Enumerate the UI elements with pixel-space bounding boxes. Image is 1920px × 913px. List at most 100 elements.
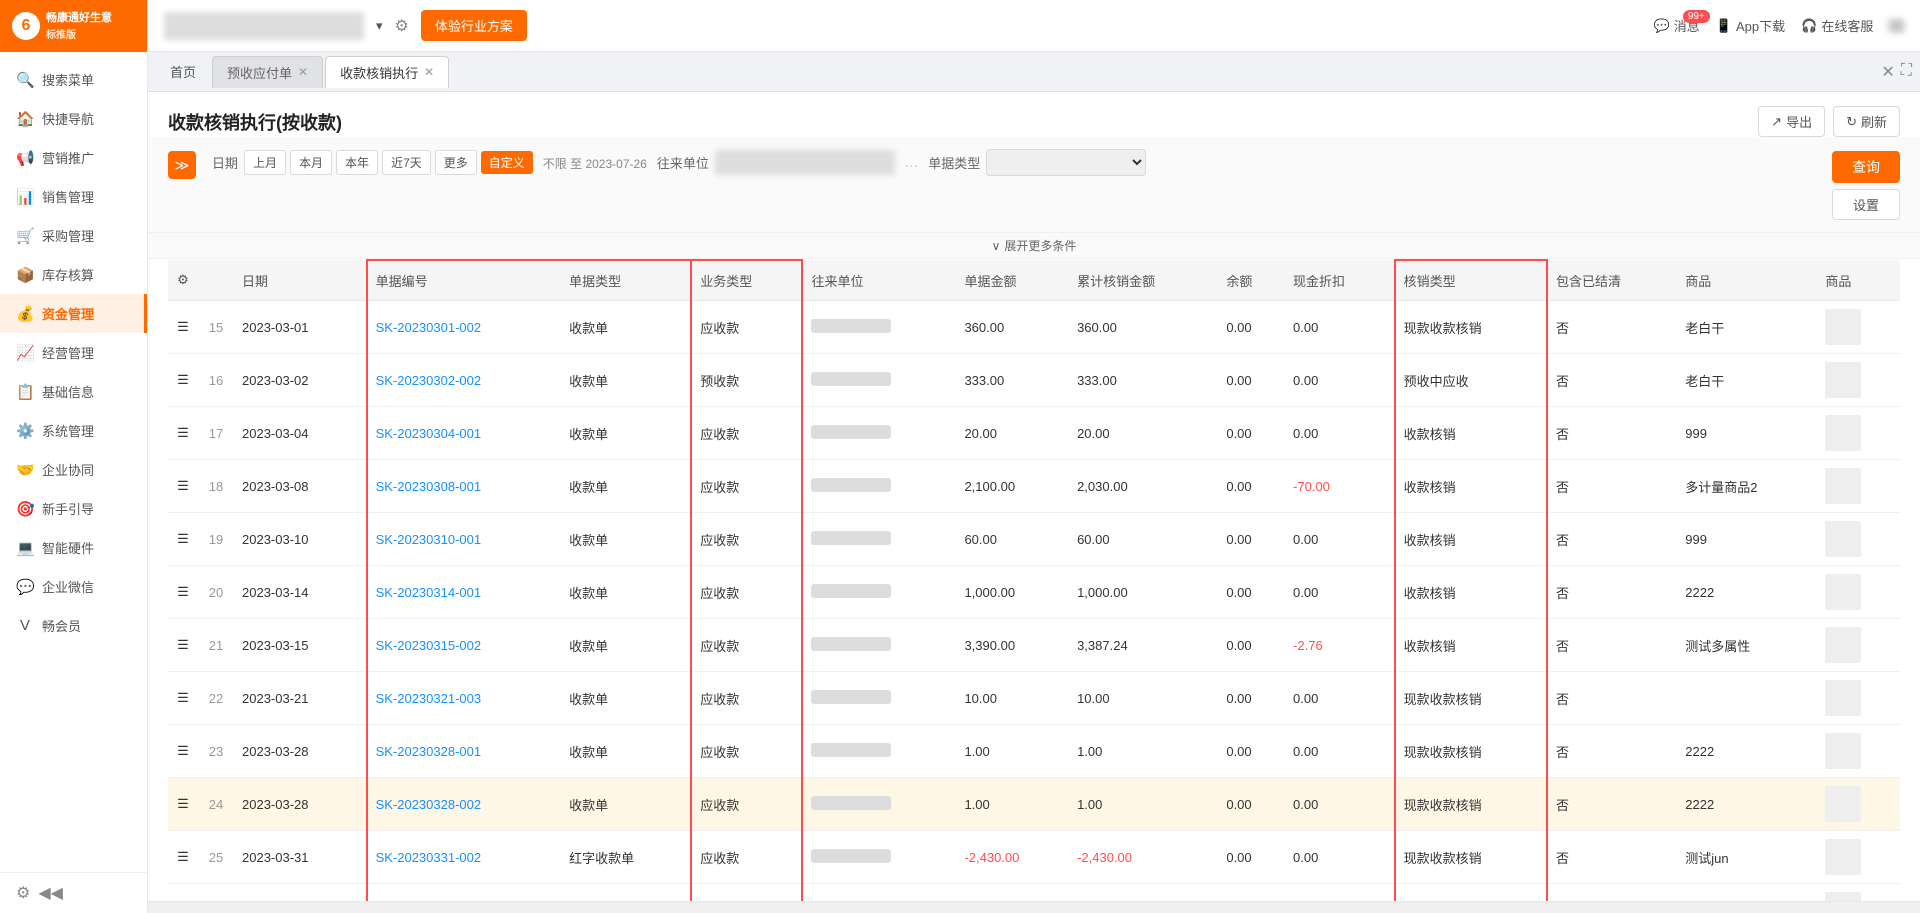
col-index-header — [198, 260, 234, 301]
topbar-gear-icon[interactable]: ⚙ — [395, 16, 409, 36]
refresh-button[interactable]: ↻ 刷新 — [1833, 106, 1900, 137]
row-bill-no[interactable]: SK-20230310-001 — [367, 513, 562, 566]
counterparty-input[interactable] — [715, 150, 895, 175]
bill-type-select[interactable] — [986, 149, 1146, 176]
topbar: ▾ ⚙ 体验行业方案 💬 消息 99+ 📱 App下载 🎧 在线客服 Rit — [148, 0, 1920, 52]
filter-counterparty-group: 往来单位 — [657, 150, 895, 175]
col-product-header[interactable]: 商品 — [1677, 260, 1817, 301]
col-settings-header[interactable]: ⚙ — [168, 260, 198, 301]
row-settings[interactable]: ☰ — [168, 778, 198, 831]
row-settings[interactable]: ☰ — [168, 354, 198, 407]
topbar-online-service[interactable]: 🎧 在线客服 — [1801, 16, 1873, 35]
sidebar-item-member[interactable]: V畅会员 — [0, 606, 147, 645]
sidebar-item-guide[interactable]: 🎯新手引导 — [0, 489, 147, 528]
settings-button[interactable]: 设置 — [1832, 189, 1900, 220]
sidebar-item-marketing[interactable]: 📢营销推广 — [0, 138, 147, 177]
sidebar-label-enterprise: 企业协同 — [42, 460, 94, 479]
row-bill-no[interactable]: SK-20230315-002 — [367, 619, 562, 672]
sidebar-item-quick-nav[interactable]: 🏠快捷导航 — [0, 99, 147, 138]
topbar-user[interactable]: Rit — [1889, 19, 1904, 33]
col-incl-settled-header[interactable]: 包含已结清 — [1547, 260, 1677, 301]
tab-close-receivable-exec[interactable]: ✕ — [424, 65, 434, 79]
col-product2-header[interactable]: 商品 — [1817, 260, 1900, 301]
page-title: 收款核销执行(按收款) — [168, 109, 342, 135]
col-write-off-type-header[interactable]: 核销类型 — [1395, 260, 1547, 301]
filter-toggle-button[interactable]: ≫ — [168, 151, 196, 179]
date-last-month-btn[interactable]: 上月 — [244, 150, 286, 175]
col-cash-discount-header[interactable]: 现金折扣 — [1285, 260, 1395, 301]
topbar-dropdown[interactable]: ▾ — [376, 18, 383, 34]
query-button[interactable]: 查询 — [1832, 151, 1900, 183]
row-bill-no[interactable]: SK-20230314-001 — [367, 566, 562, 619]
maximize-icon[interactable]: ⛶ — [1901, 62, 1912, 82]
sidebar-item-purchase[interactable]: 🛒采购管理 — [0, 216, 147, 255]
settings-bottom-icon[interactable]: ⚙ — [16, 883, 30, 903]
close-window-icon[interactable]: ✕ — [1881, 62, 1894, 82]
sidebar-item-search[interactable]: 🔍搜索菜单 — [0, 60, 147, 99]
sidebar-item-finance[interactable]: 💰资金管理 — [0, 294, 147, 333]
row-bill-no[interactable]: SK-20230304-001 — [367, 407, 562, 460]
sidebar-item-basic[interactable]: 📋基础信息 — [0, 372, 147, 411]
row-incl-settled: 否 — [1547, 725, 1677, 778]
col-bill-type-header[interactable]: 单据类型 — [561, 260, 691, 301]
horizontal-scrollbar[interactable] — [148, 901, 1920, 913]
col-accum-write-off-header[interactable]: 累计核销金额 — [1069, 260, 1218, 301]
row-counterparty — [802, 460, 956, 513]
col-balance-header[interactable]: 余额 — [1218, 260, 1285, 301]
filter-expand-bar[interactable]: ∨ 展开更多条件 — [148, 233, 1920, 259]
row-settings[interactable]: ☰ — [168, 407, 198, 460]
col-bill-amount-header[interactable]: 单据金额 — [956, 260, 1069, 301]
tab-home[interactable]: 首页 — [156, 56, 210, 87]
date-custom-btn[interactable]: 自定义 — [481, 151, 533, 174]
date-more-btn[interactable]: 更多 — [435, 150, 477, 175]
date-this-month-btn[interactable]: 本月 — [290, 150, 332, 175]
tab-prepaid-invoice[interactable]: 预收应付单✕ — [212, 56, 323, 88]
row-bill-no[interactable]: SK-20230403-002 — [367, 884, 562, 902]
sidebar-item-enterprise[interactable]: 🤝企业协同 — [0, 450, 147, 489]
row-index: 22 — [198, 672, 234, 725]
sidebar-item-sales[interactable]: 📊销售管理 — [0, 177, 147, 216]
sidebar-item-operations[interactable]: 📈经营管理 — [0, 333, 147, 372]
date-this-year-btn[interactable]: 本年 — [336, 150, 378, 175]
row-bill-no[interactable]: SK-20230308-001 — [367, 460, 562, 513]
sidebar-item-inventory[interactable]: 📦库存核算 — [0, 255, 147, 294]
topbar-app-download[interactable]: 📱 App下载 — [1716, 16, 1785, 35]
row-settings[interactable]: ☰ — [168, 513, 198, 566]
col-counterparty-header[interactable]: 往来单位 — [802, 260, 956, 301]
row-settings[interactable]: ☰ — [168, 619, 198, 672]
export-button[interactable]: ↗ 导出 — [1758, 106, 1825, 137]
sidebar-item-system[interactable]: ⚙️系统管理 — [0, 411, 147, 450]
row-bill-no[interactable]: SK-20230301-002 — [367, 301, 562, 354]
sidebar-item-hardware[interactable]: 💻智能硬件 — [0, 528, 147, 567]
topbar-search-input[interactable] — [164, 12, 364, 40]
row-bill-no[interactable]: SK-20230328-001 — [367, 725, 562, 778]
tab-receivable-exec[interactable]: 收款核销执行✕ — [325, 56, 449, 88]
row-bill-no[interactable]: SK-20230321-003 — [367, 672, 562, 725]
row-bill-no[interactable]: SK-20230302-002 — [367, 354, 562, 407]
sidebar-menu: 🔍搜索菜单🏠快捷导航📢营销推广📊销售管理🛒采购管理📦库存核算💰资金管理📈经营管理… — [0, 52, 147, 872]
table-row: ☰ 21 2023-03-15 SK-20230315-002 收款单 应收款 … — [168, 619, 1900, 672]
row-settings[interactable]: ☰ — [168, 301, 198, 354]
row-settings[interactable]: ☰ — [168, 460, 198, 513]
col-biz-type-header[interactable]: 业务类型 — [691, 260, 802, 301]
row-cash-discount: 0.00 — [1285, 725, 1395, 778]
collapse-icon[interactable]: ◀◀ — [38, 883, 63, 903]
logo-sub: 标推版 — [46, 26, 112, 41]
table-row: ☰ 16 2023-03-02 SK-20230302-002 收款单 预收款 … — [168, 354, 1900, 407]
row-settings[interactable]: ☰ — [168, 566, 198, 619]
topbar-messages[interactable]: 💬 消息 99+ — [1654, 16, 1700, 35]
date-7days-btn[interactable]: 近7天 — [382, 150, 431, 175]
row-settings[interactable]: ☰ — [168, 725, 198, 778]
col-bill-no-header[interactable]: 单据编号 — [367, 260, 562, 301]
row-bill-no[interactable]: SK-20230328-002 — [367, 778, 562, 831]
solution-button[interactable]: 体验行业方案 — [421, 10, 527, 41]
row-bill-no[interactable]: SK-20230331-002 — [367, 831, 562, 884]
row-settings[interactable]: ☰ — [168, 884, 198, 902]
row-settings[interactable]: ☰ — [168, 672, 198, 725]
filter-more-dots[interactable]: ... — [905, 154, 918, 172]
tab-close-prepaid-invoice[interactable]: ✕ — [298, 65, 308, 79]
col-date-header[interactable]: 日期 — [234, 260, 367, 301]
row-settings[interactable]: ☰ — [168, 831, 198, 884]
row-accum-write-off: 10.00 — [1069, 672, 1218, 725]
sidebar-item-wechat[interactable]: 💬企业微信 — [0, 567, 147, 606]
